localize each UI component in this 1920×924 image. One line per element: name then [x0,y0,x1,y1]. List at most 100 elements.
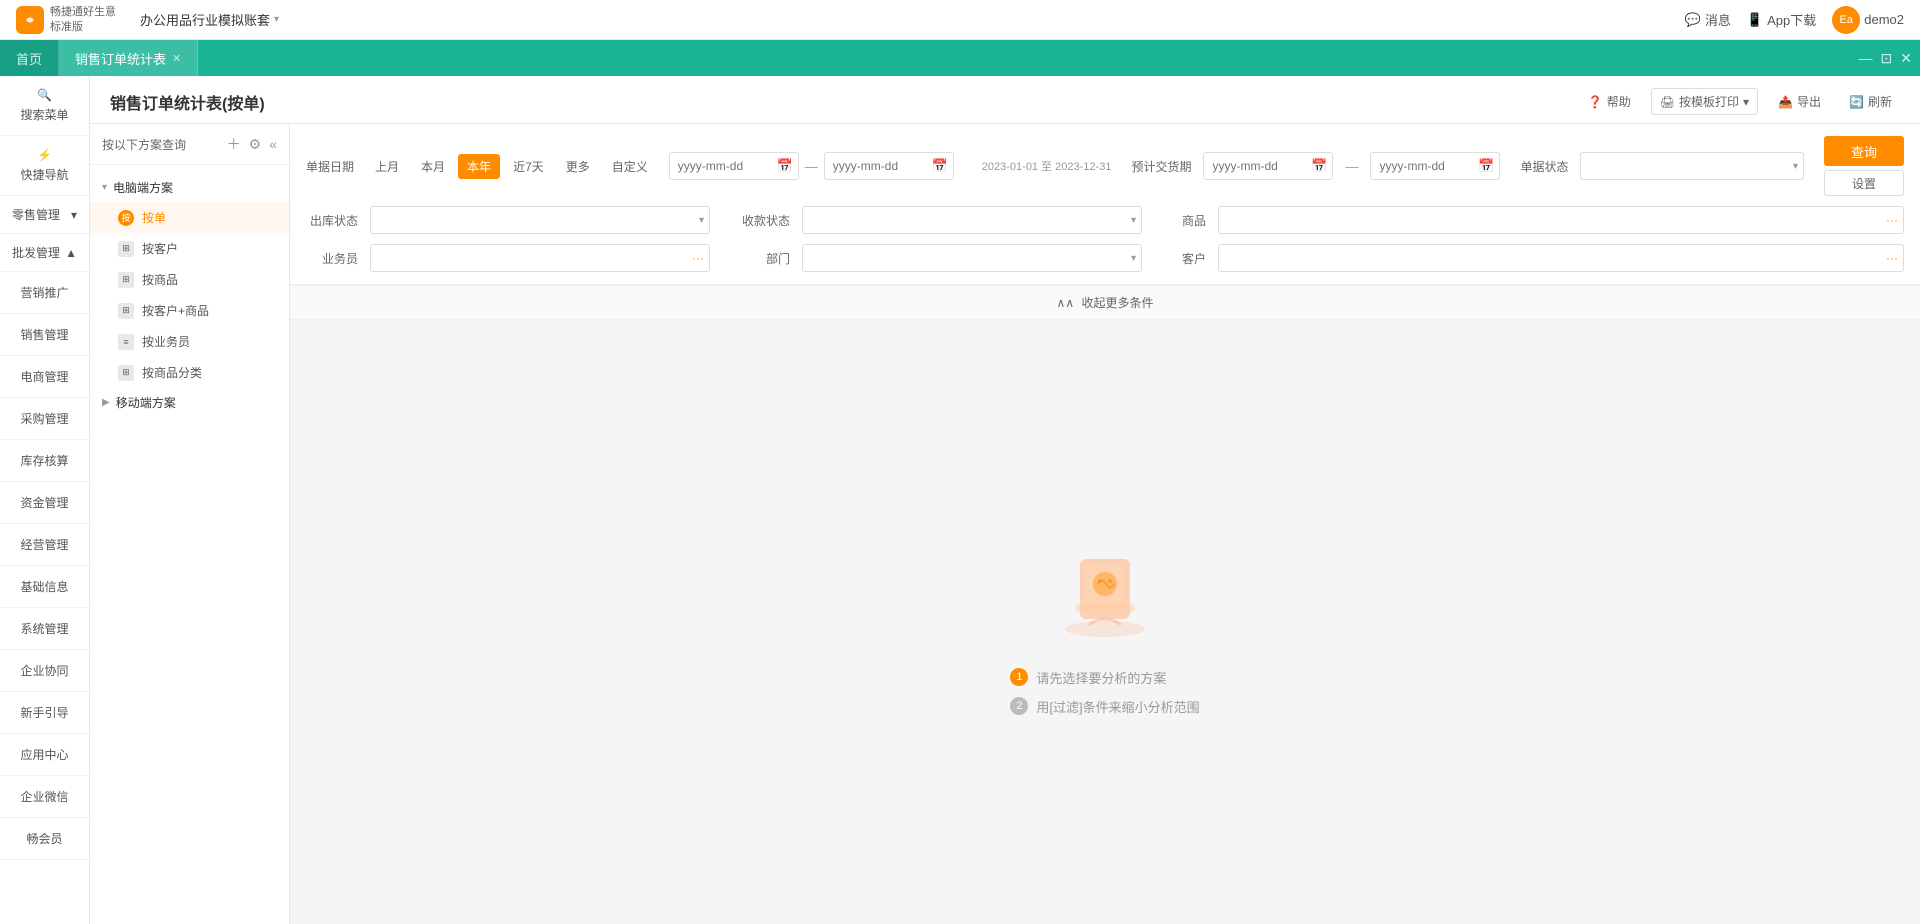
product-input-more-icon[interactable]: ··· [1886,213,1898,227]
shortcut-more[interactable]: 更多 [557,154,599,179]
add-scheme-button[interactable]: ＋ [227,134,241,154]
date-label: 单据日期 [306,158,354,175]
minimize-icon[interactable]: — [1859,50,1873,66]
expected-date-from-icon[interactable]: 📅 [1311,158,1327,174]
app-title-area[interactable]: 办公用品行业模拟账套 ▾ [140,10,279,29]
customer-label: 客户 [1170,250,1206,267]
sales-tab-label: 销售订单统计表 [75,49,166,68]
scheme-group-desktop-header[interactable]: ▾ 电脑端方案 [90,173,289,202]
sidebar-item-enterprise-wechat[interactable]: 企业微信 [0,776,89,818]
scheme-item-by-prod-cat[interactable]: ⊞ 按商品分类 [90,357,289,388]
salesperson-input[interactable] [370,244,710,272]
sidebar-item-purchase-mgmt[interactable]: 采购管理 [0,398,89,440]
product-input[interactable] [1218,206,1904,234]
member-label: 畅会员 [26,830,62,847]
app-download-button[interactable]: 📱 App下载 [1747,10,1816,29]
scheme-item-by-product[interactable]: ⊞ 按商品 [90,264,289,295]
tip-1-text: 请先选择要分析的方案 [1036,668,1166,687]
left-panel: 按以下方案查询 ＋ ⚙ « ▾ 电脑端方案 [90,124,290,924]
wholesale-mgmt-label: 批发管理 [12,244,60,261]
sidebar-item-finance-mgmt[interactable]: 资金管理 [0,482,89,524]
operation-mgmt-label: 经营管理 [20,536,68,553]
page-title: 销售订单统计表(按单) [110,90,265,114]
scheme-item-by-order-icon: 按 [118,210,134,226]
sidebar-item-enterprise-collab[interactable]: 企业协同 [0,650,89,692]
close-window-icon[interactable]: ✕ [1900,50,1912,67]
scheme-item-by-cust-prod-label: 按客户+商品 [142,302,209,319]
customer-input-more-icon[interactable]: ··· [1886,251,1898,265]
tab-home[interactable]: 首页 [0,40,59,76]
sidebar-item-wholesale-mgmt[interactable]: 批发管理 ▲ [0,234,89,272]
maximize-icon[interactable]: ⊡ [1881,50,1893,67]
shortcut-this-year[interactable]: 本年 [458,154,500,179]
salesperson-input-wrapper: ··· [370,244,710,272]
main-content-split: 按以下方案查询 ＋ ⚙ « ▾ 电脑端方案 [90,124,1920,924]
sidebar-item-search-menu[interactable]: 🔍 搜索菜单 [0,76,89,136]
empty-tip-2: 2 用[过滤]条件来缩小分析范围 [1010,697,1199,716]
sidebar-item-basic-info[interactable]: 基础信息 [0,566,89,608]
expected-date-to-icon[interactable]: 📅 [1478,158,1494,174]
sidebar-item-operation-mgmt[interactable]: 经营管理 [0,524,89,566]
sidebar-item-new-guide[interactable]: 新手引导 [0,692,89,734]
salesperson-input-more-icon[interactable]: ··· [692,251,704,265]
receipt-status-select[interactable] [802,206,1142,234]
refresh-label: 刷新 [1868,93,1892,110]
user-area[interactable]: Ea demo2 [1832,6,1904,34]
user-name: demo2 [1864,12,1904,27]
doc-status-select-wrapper: ▾ [1580,152,1804,180]
sidebar-item-app-center[interactable]: 应用中心 [0,734,89,776]
message-button[interactable]: 💬 消息 [1685,10,1731,29]
left-panel-header: 按以下方案查询 ＋ ⚙ « [90,124,289,165]
query-button[interactable]: 查询 [1824,136,1904,166]
app-title: 办公用品行业模拟账套 [140,10,270,29]
refresh-button[interactable]: 🔄 刷新 [1841,89,1900,114]
settings-button[interactable]: 设置 [1824,170,1904,196]
top-bar-left: 畅捷通好生意 标准版 办公用品行业模拟账套 ▾ [16,5,279,34]
out-status-select-wrapper: ▾ [370,206,710,234]
top-bar: 畅捷通好生意 标准版 办公用品行业模拟账套 ▾ 💬 消息 📱 App下载 Ea … [0,0,1920,40]
scheme-group-mobile-header[interactable]: ▶ 移动端方案 [90,388,289,417]
scheme-item-by-salesperson[interactable]: ≡ 按业务员 [90,326,289,357]
home-tab-label: 首页 [16,49,42,68]
sidebar-item-ecommerce-mgmt[interactable]: 电商管理 [0,356,89,398]
scheme-group-mobile-label: 移动端方案 [116,394,176,411]
shortcut-last-7-days[interactable]: 近7天 [504,154,553,179]
scheme-settings-button[interactable]: ⚙ [249,136,262,153]
help-button[interactable]: ❓ 帮助 [1580,89,1639,114]
sidebar-item-inventory-check[interactable]: 库存核算 [0,440,89,482]
tab-sales-order-stats[interactable]: 销售订单统计表 ✕ [59,40,198,76]
sidebar-item-sales-mgmt[interactable]: 销售管理 [0,314,89,356]
print-button[interactable]: 🖨 按模板打印 ▾ [1651,88,1758,115]
expected-date-label: 预计交货期 [1131,158,1191,175]
logo-area: 畅捷通好生意 标准版 [16,5,116,34]
app-download-icon: 📱 [1747,12,1763,28]
sidebar-item-marketing[interactable]: 营销推广 [0,272,89,314]
export-button[interactable]: 📤 导出 [1770,89,1829,114]
shortcut-this-month[interactable]: 本月 [412,154,454,179]
shortcut-custom[interactable]: 自定义 [603,154,657,179]
collapse-bar[interactable]: ∧∧ 收起更多条件 [290,285,1920,320]
finance-mgmt-label: 资金管理 [20,494,68,511]
dept-select[interactable] [802,244,1142,272]
sales-tab-close[interactable]: ✕ [172,52,181,65]
collapse-panel-button[interactable]: « [269,136,277,152]
doc-status-select[interactable] [1580,152,1804,180]
scheme-list: ▾ 电脑端方案 按 按单 ⊞ 按客户 ⊞ 按商品 [90,165,289,425]
out-status-select[interactable] [370,206,710,234]
shortcut-last-month[interactable]: 上月 [366,154,408,179]
date-to-calendar-icon[interactable]: 📅 [932,158,948,174]
enterprise-wechat-label: 企业微信 [20,788,68,805]
scheme-item-by-cust-prod[interactable]: ⊞ 按客户+商品 [90,295,289,326]
sidebar-item-system-mgmt[interactable]: 系统管理 [0,608,89,650]
right-content: 单据日期 上月 本月 本年 近7天 更多 自定义 📅 [290,124,1920,924]
scheme-item-by-prod-cat-label: 按商品分类 [142,364,202,381]
scheme-item-by-customer[interactable]: ⊞ 按客户 [90,233,289,264]
date-from-calendar-icon[interactable]: 📅 [777,158,793,174]
sidebar-item-member[interactable]: 畅会员 [0,818,89,860]
left-panel-icons: ＋ ⚙ « [227,134,277,154]
sidebar-item-retail-mgmt[interactable]: 零售管理 ▾ [0,196,89,234]
scheme-item-by-customer-icon: ⊞ [118,241,134,257]
scheme-item-by-order[interactable]: 按 按单 [90,202,289,233]
customer-input[interactable] [1218,244,1904,272]
sidebar-item-quick-nav[interactable]: ⚡ 快捷导航 [0,136,89,196]
